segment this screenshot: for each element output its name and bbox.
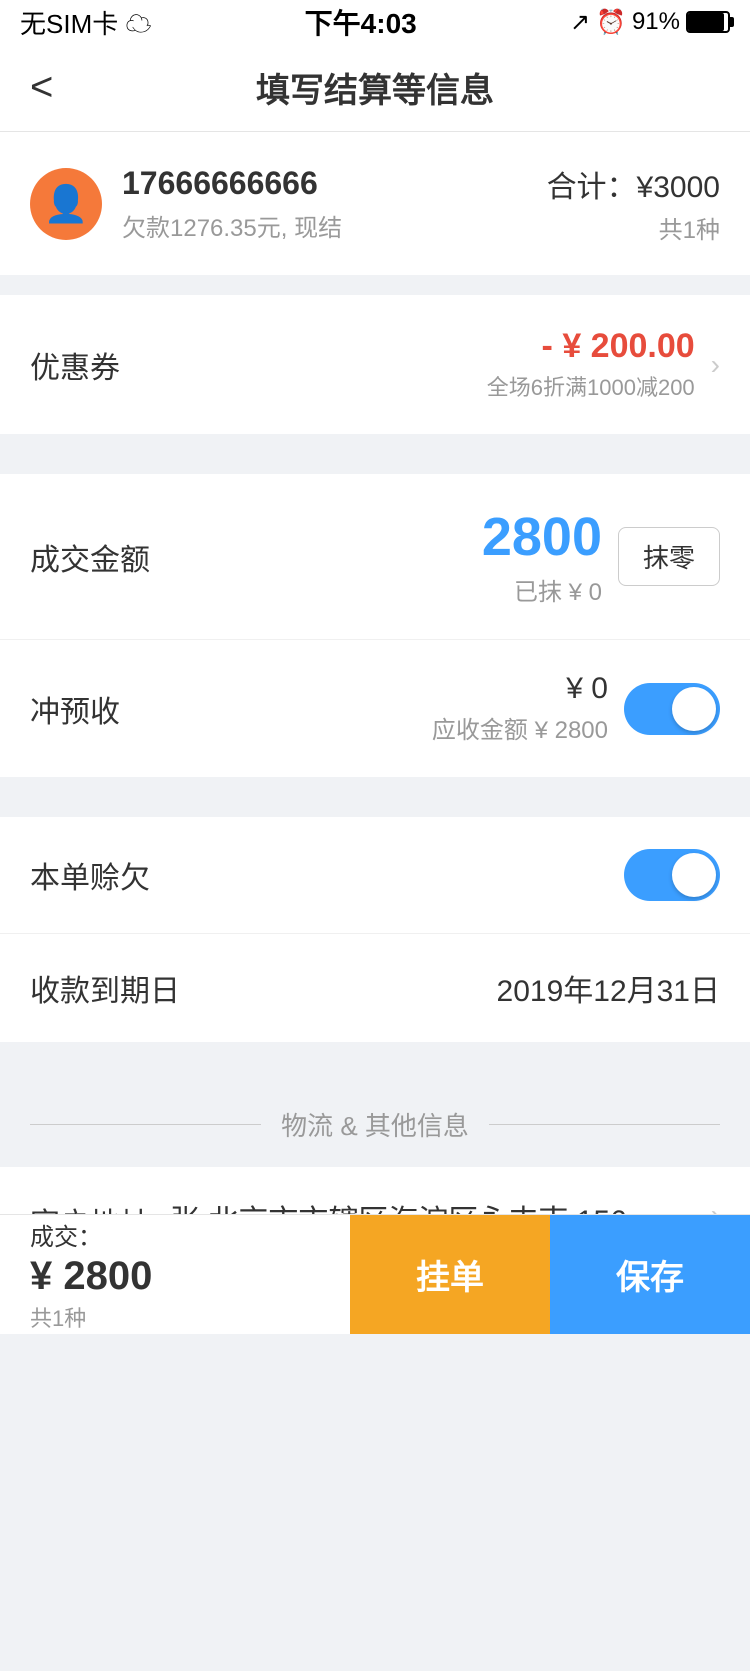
deal-card: 成交金额 2800 已抹 ¥ 0 抹零 冲预收 ¥ 0 应收金额 ¥ 2800 bbox=[0, 474, 750, 777]
debt-label: 本单赊欠 bbox=[30, 853, 150, 897]
bottom-info: 成交： ¥ 2800 共1种 bbox=[0, 1217, 350, 1333]
prepay-values: ¥ 0 应收金额 ¥ 2800 bbox=[432, 672, 608, 745]
coupon-card: 优惠券 - ¥ 200.00 全场6折满1000减200 › bbox=[0, 295, 750, 434]
prepay-right-group: ¥ 0 应收金额 ¥ 2800 bbox=[432, 672, 720, 745]
section-divider-1 bbox=[0, 454, 750, 474]
bottom-bar: 成交： ¥ 2800 共1种 挂单 保存 bbox=[0, 1214, 750, 1334]
prepay-label: 冲预收 bbox=[30, 687, 120, 731]
due-date-row: 收款到期日 2019年12月31日 bbox=[0, 934, 750, 1042]
user-card: 👤 17666666666 欠款1276.35元, 现结 合计：¥3000 共1… bbox=[0, 132, 750, 275]
logistics-header: 物流 & 其他信息 bbox=[0, 1082, 750, 1167]
prepay-amount: ¥ 0 bbox=[432, 672, 608, 706]
debt-row: 本单赊欠 bbox=[0, 817, 750, 934]
coupon-right-group: - ¥ 200.00 全场6折满1000减200 › bbox=[487, 327, 720, 402]
bottom-deal-amount: ¥ 2800 bbox=[30, 1254, 320, 1299]
chevron-right-icon: › bbox=[711, 349, 720, 381]
deal-value-group: 2800 已抹 ¥ 0 bbox=[482, 506, 602, 607]
section-divider-2 bbox=[0, 797, 750, 817]
total-count: 共1种 bbox=[547, 210, 720, 245]
deal-amount: 2800 bbox=[482, 506, 602, 568]
bottom-deal-label: 成交： bbox=[30, 1217, 320, 1252]
section-divider-3 bbox=[0, 1062, 750, 1082]
user-total: 合计：¥3000 共1种 bbox=[547, 162, 720, 245]
round-button[interactable]: 抹零 bbox=[618, 527, 720, 586]
status-right: ↗ ⏰ 91% bbox=[570, 8, 730, 37]
header-line-left bbox=[30, 1124, 261, 1125]
coupon-value: - ¥ 200.00 全场6折满1000减200 bbox=[487, 327, 695, 402]
status-time: 下午4:03 bbox=[305, 2, 417, 42]
status-bar: 无SIM卡 ☁ 下午4:03 ↗ ⏰ 91% bbox=[0, 0, 750, 44]
deal-row: 成交金额 2800 已抹 ¥ 0 抹零 bbox=[0, 474, 750, 640]
coupon-label: 优惠券 bbox=[30, 343, 120, 387]
logistics-label: 物流 & 其他信息 bbox=[281, 1106, 469, 1143]
location-icon: ↗ bbox=[570, 8, 590, 37]
bottom-deal-count: 共1种 bbox=[30, 1301, 320, 1333]
user-phone: 17666666666 bbox=[122, 165, 342, 202]
empty-space bbox=[0, 1341, 750, 1541]
prepay-row: 冲预收 ¥ 0 应收金额 ¥ 2800 bbox=[0, 640, 750, 777]
user-sub: 欠款1276.35元, 现结 bbox=[122, 208, 342, 243]
prepay-toggle[interactable] bbox=[624, 683, 720, 735]
deal-right-group: 2800 已抹 ¥ 0 抹零 bbox=[482, 506, 720, 607]
back-button[interactable]: < bbox=[30, 65, 53, 110]
prepay-sub: 应收金额 ¥ 2800 bbox=[432, 710, 608, 745]
coupon-row[interactable]: 优惠券 - ¥ 200.00 全场6折满1000减200 › bbox=[0, 295, 750, 434]
status-left: 无SIM卡 ☁ bbox=[20, 4, 151, 41]
due-date-value: 2019年12月31日 bbox=[497, 966, 720, 1010]
header-line-right bbox=[489, 1124, 720, 1125]
debt-card: 本单赊欠 收款到期日 2019年12月31日 bbox=[0, 817, 750, 1042]
avatar: 👤 bbox=[30, 168, 102, 240]
page-title: 填写结算等信息 bbox=[256, 63, 494, 112]
nav-bar: < 填写结算等信息 bbox=[0, 44, 750, 132]
debt-toggle-knob bbox=[672, 853, 716, 897]
coupon-amount: - ¥ 200.00 bbox=[487, 327, 695, 366]
save-button[interactable]: 保存 bbox=[550, 1215, 750, 1334]
due-date-label: 收款到期日 bbox=[30, 966, 180, 1010]
user-info: 17666666666 欠款1276.35元, 现结 bbox=[122, 165, 342, 243]
alarm-icon: ⏰ bbox=[596, 8, 626, 37]
toggle-knob bbox=[672, 687, 716, 731]
hang-button[interactable]: 挂单 bbox=[350, 1215, 550, 1334]
content-area: 👤 17666666666 欠款1276.35元, 现结 合计：¥3000 共1… bbox=[0, 132, 750, 1671]
no-sim-text: 无SIM卡 ☁ bbox=[20, 4, 151, 41]
erased-text: 已抹 ¥ 0 bbox=[482, 572, 602, 607]
bottom-actions: 挂单 保存 bbox=[350, 1215, 750, 1334]
avatar-icon: 👤 bbox=[44, 183, 89, 225]
debt-toggle[interactable] bbox=[624, 849, 720, 901]
debt-right-group bbox=[624, 849, 720, 901]
user-left: 👤 17666666666 欠款1276.35元, 现结 bbox=[30, 165, 342, 243]
battery-icon bbox=[686, 11, 730, 33]
total-amount: 合计：¥3000 bbox=[547, 162, 720, 206]
deal-label: 成交金额 bbox=[30, 535, 150, 579]
coupon-desc: 全场6折满1000减200 bbox=[487, 370, 695, 402]
battery-percent: 91% bbox=[632, 8, 680, 36]
